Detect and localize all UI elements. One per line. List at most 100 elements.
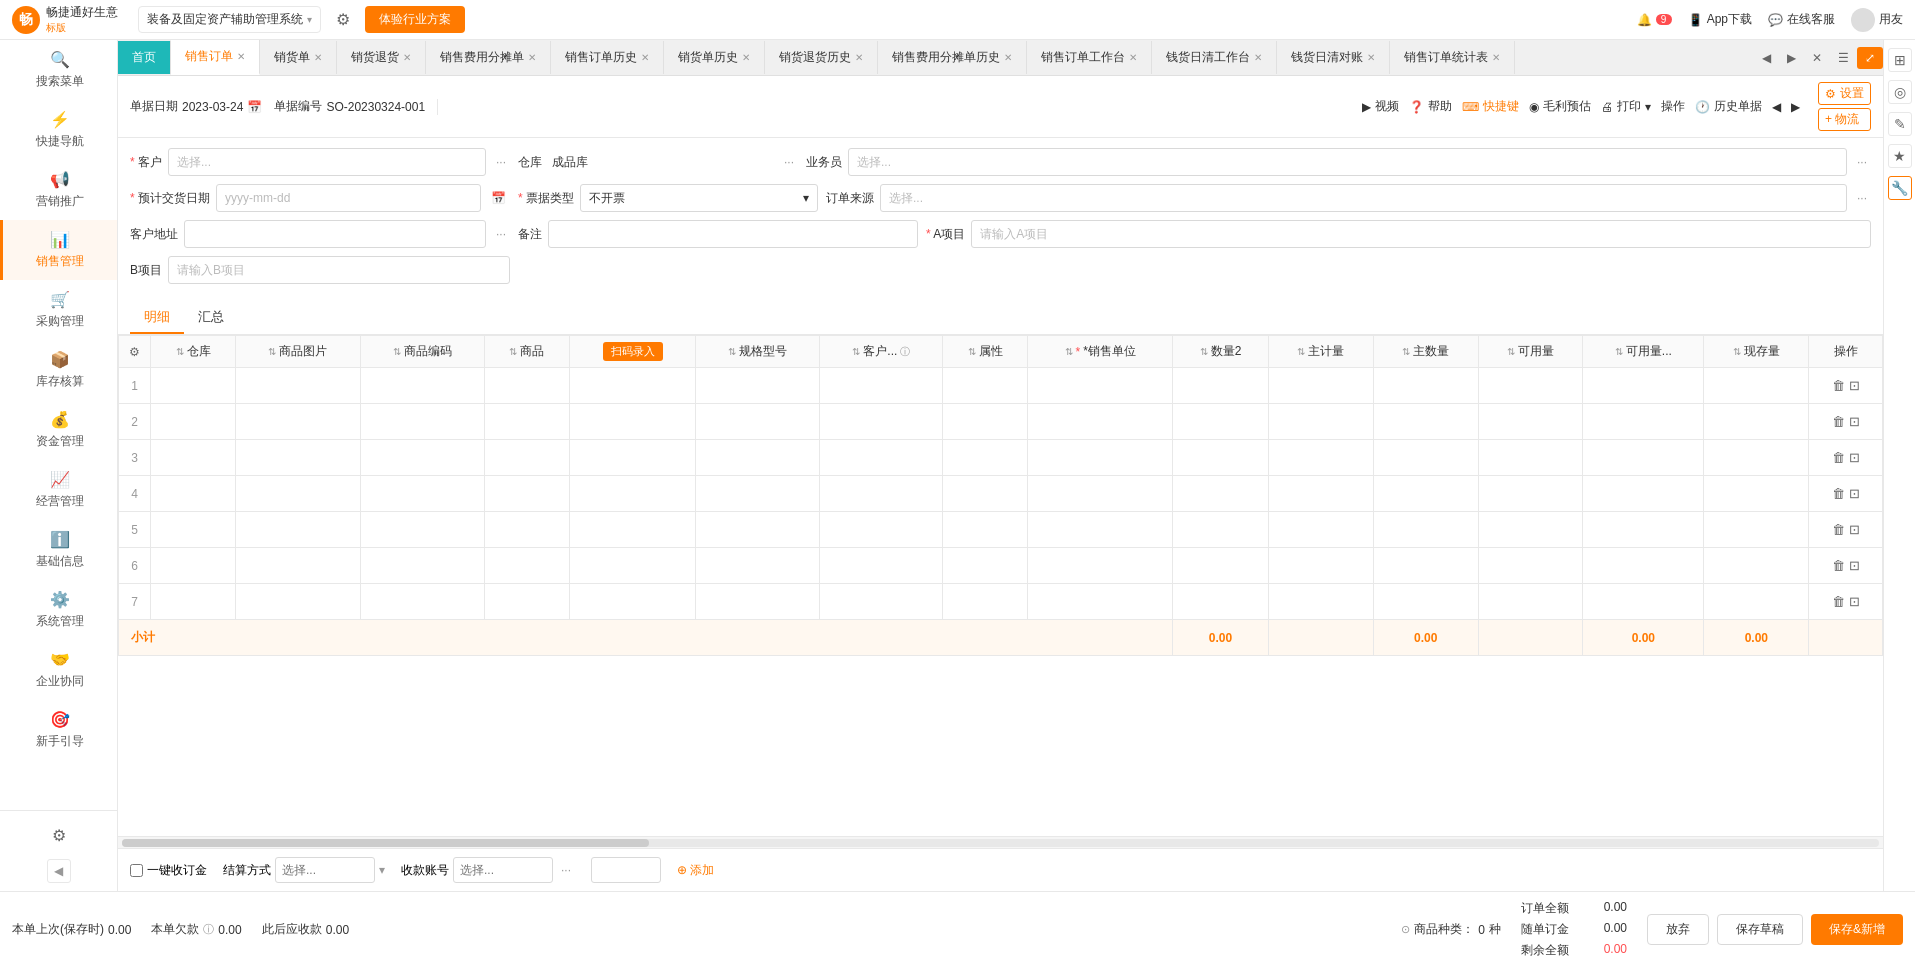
calendar-icon[interactable]: 📅 (247, 100, 262, 114)
warehouse-dots-btn[interactable]: ··· (780, 155, 798, 169)
video-btn[interactable]: ▶ 视频 (1362, 98, 1399, 115)
salesrep-dots-btn[interactable]: ··· (1853, 155, 1871, 169)
tab-expense-history[interactable]: 销售费用分摊单历史 ✕ (878, 41, 1027, 74)
tab-close-invoice[interactable]: ✕ (314, 52, 322, 63)
row-delete-icon[interactable]: 🗑 (1832, 450, 1845, 465)
receipt-acct-dots-btn[interactable]: ··· (557, 863, 575, 877)
print-btn[interactable]: 🖨 打印 ▾ (1601, 98, 1651, 115)
tab-invoice[interactable]: 销货单 ✕ (260, 41, 337, 74)
tab-close-return-history[interactable]: ✕ (855, 52, 863, 63)
right-target-icon[interactable]: ◎ (1888, 80, 1912, 104)
tab-return-history[interactable]: 销货退货历史 ✕ (765, 41, 878, 74)
tab-close-order-history[interactable]: ✕ (641, 52, 649, 63)
tab-return[interactable]: 销货退货 ✕ (337, 41, 426, 74)
notification-btn[interactable]: 🔔 9 9 (1637, 13, 1672, 27)
tab-order-history[interactable]: 销售订单历史 ✕ (551, 41, 664, 74)
row-copy-icon[interactable]: ⊡ (1849, 486, 1860, 501)
tab-summary[interactable]: 汇总 (184, 302, 238, 334)
sidebar-item-enterprise[interactable]: 🤝 企业协同 (0, 640, 117, 700)
system-selector[interactable]: 装备及固定资产辅助管理系统 ▾ (138, 6, 321, 33)
row-copy-icon[interactable]: ⊡ (1849, 594, 1860, 609)
amount-input[interactable]: 0.00 (591, 857, 661, 883)
remarks-input[interactable] (548, 220, 918, 248)
customer-dots-btn[interactable]: ··· (492, 155, 510, 169)
online-service-btn[interactable]: 💬 在线客服 (1768, 11, 1835, 28)
horizontal-scrollbar[interactable] (118, 836, 1883, 848)
operate-btn[interactable]: 操作 (1661, 98, 1685, 115)
help-btn[interactable]: ❓ 帮助 (1409, 98, 1452, 115)
tab-close-return[interactable]: ✕ (403, 52, 411, 63)
invoice-type-select[interactable]: 不开票 ▾ (580, 184, 818, 212)
receipt-acct-input[interactable] (453, 857, 553, 883)
sidebar-item-guide[interactable]: 🎯 新手引导 (0, 700, 117, 760)
sidebar-item-sales[interactable]: 📊 销售管理 (0, 220, 117, 280)
tab-close-daily-reconcile[interactable]: ✕ (1367, 52, 1375, 63)
row-delete-icon[interactable]: 🗑 (1832, 414, 1845, 429)
user-menu[interactable]: 用友 (1851, 8, 1903, 32)
sidebar-item-purchase[interactable]: 🛒 采购管理 (0, 280, 117, 340)
row-copy-icon[interactable]: ⊡ (1849, 414, 1860, 429)
row-delete-icon[interactable]: 🗑 (1832, 558, 1845, 573)
sidebar-item-search[interactable]: 🔍 搜索菜单 (0, 40, 117, 100)
pay-method-input[interactable] (275, 857, 375, 883)
tab-close-daily-workbench[interactable]: ✕ (1254, 52, 1262, 63)
pay-method-chevron-icon[interactable]: ▾ (379, 863, 385, 877)
tab-detail[interactable]: 明细 (130, 302, 184, 334)
sidebar-item-quicknav[interactable]: ⚡ 快捷导航 (0, 100, 117, 160)
quick-order-check[interactable] (130, 864, 143, 877)
add-payment-btn[interactable]: ⊕ 添加 (677, 862, 714, 879)
customer-address-input[interactable] (184, 220, 486, 248)
tab-close-expense[interactable]: ✕ (528, 52, 536, 63)
customer-input[interactable] (168, 148, 486, 176)
nav-next-btn[interactable]: ▶ (1791, 100, 1800, 114)
tab-sales-order[interactable]: 销售订单 ✕ (171, 40, 260, 75)
add-logistics-btn[interactable]: + 物流 (1818, 108, 1871, 131)
order-source-input[interactable] (880, 184, 1847, 212)
salesrep-input[interactable] (848, 148, 1847, 176)
order-source-dots-btn[interactable]: ··· (1853, 191, 1871, 205)
sidebar-item-inventory[interactable]: 📦 库存核算 (0, 340, 117, 400)
row-copy-icon[interactable]: ⊡ (1849, 450, 1860, 465)
profit-btn[interactable]: ◉ 毛利预估 (1529, 98, 1591, 115)
tab-order-workbench[interactable]: 销售订单工作台 ✕ (1027, 41, 1152, 74)
trial-btn[interactable]: 体验行业方案 (365, 6, 465, 33)
row-copy-icon[interactable]: ⊡ (1849, 558, 1860, 573)
tab-expand-btn[interactable]: ⤢ (1857, 47, 1883, 69)
tab-home[interactable]: 首页 (118, 41, 171, 74)
tab-close-order-workbench[interactable]: ✕ (1129, 52, 1137, 63)
row-copy-icon[interactable]: ⊡ (1849, 522, 1860, 537)
collapse-btn[interactable]: ◀ (47, 859, 71, 883)
tab-prev-btn[interactable]: ◀ (1754, 47, 1779, 69)
sidebar-item-finance[interactable]: 💰 资金管理 (0, 400, 117, 460)
tab-daily-workbench[interactable]: 钱货日清工作台 ✕ (1152, 41, 1277, 74)
quick-order-checkbox[interactable]: 一键收订金 (130, 862, 207, 879)
b-project-input[interactable] (168, 256, 510, 284)
delivery-date-input[interactable] (216, 184, 481, 212)
nav-prev-btn[interactable]: ◀ (1772, 100, 1781, 114)
tab-menu-btn[interactable]: ☰ (1830, 47, 1857, 69)
shortcut-btn[interactable]: ⌨ 快捷键 (1462, 98, 1519, 115)
right-star-icon[interactable]: ★ (1888, 144, 1912, 168)
discard-btn[interactable]: 放弃 (1647, 914, 1709, 945)
a-project-input[interactable] (971, 220, 1871, 248)
tab-daily-reconcile[interactable]: 钱货日清对账 ✕ (1277, 41, 1390, 74)
right-expand-icon[interactable]: ⊞ (1888, 48, 1912, 72)
row-delete-icon[interactable]: 🗑 (1832, 486, 1845, 501)
right-edit-icon[interactable]: ✎ (1888, 112, 1912, 136)
history-btn[interactable]: 🕐 历史单据 (1695, 98, 1762, 115)
row-delete-icon[interactable]: 🗑 (1832, 378, 1845, 393)
sidebar-item-marketing[interactable]: 📢 营销推广 (0, 160, 117, 220)
sidebar-item-system[interactable]: ⚙️ 系统管理 (0, 580, 117, 640)
tab-expense[interactable]: 销售费用分摊单 ✕ (426, 41, 551, 74)
row-delete-icon[interactable]: 🗑 (1832, 522, 1845, 537)
save-draft-btn[interactable]: 保存草稿 (1717, 914, 1803, 945)
tab-close-stats[interactable]: ✕ (1492, 52, 1500, 63)
delivery-date-calendar-icon[interactable]: 📅 (487, 191, 510, 205)
sidebar-settings-icon[interactable]: ⚙ (43, 819, 75, 851)
tab-close-sales-order[interactable]: ✕ (237, 51, 245, 62)
save-new-btn[interactable]: 保存&新增 (1811, 914, 1903, 945)
tab-close-all-btn[interactable]: ✕ (1804, 47, 1830, 69)
customer-address-dots-btn[interactable]: ··· (492, 227, 510, 241)
tab-close-expense-history[interactable]: ✕ (1004, 52, 1012, 63)
tab-invoice-history[interactable]: 销货单历史 ✕ (664, 41, 765, 74)
